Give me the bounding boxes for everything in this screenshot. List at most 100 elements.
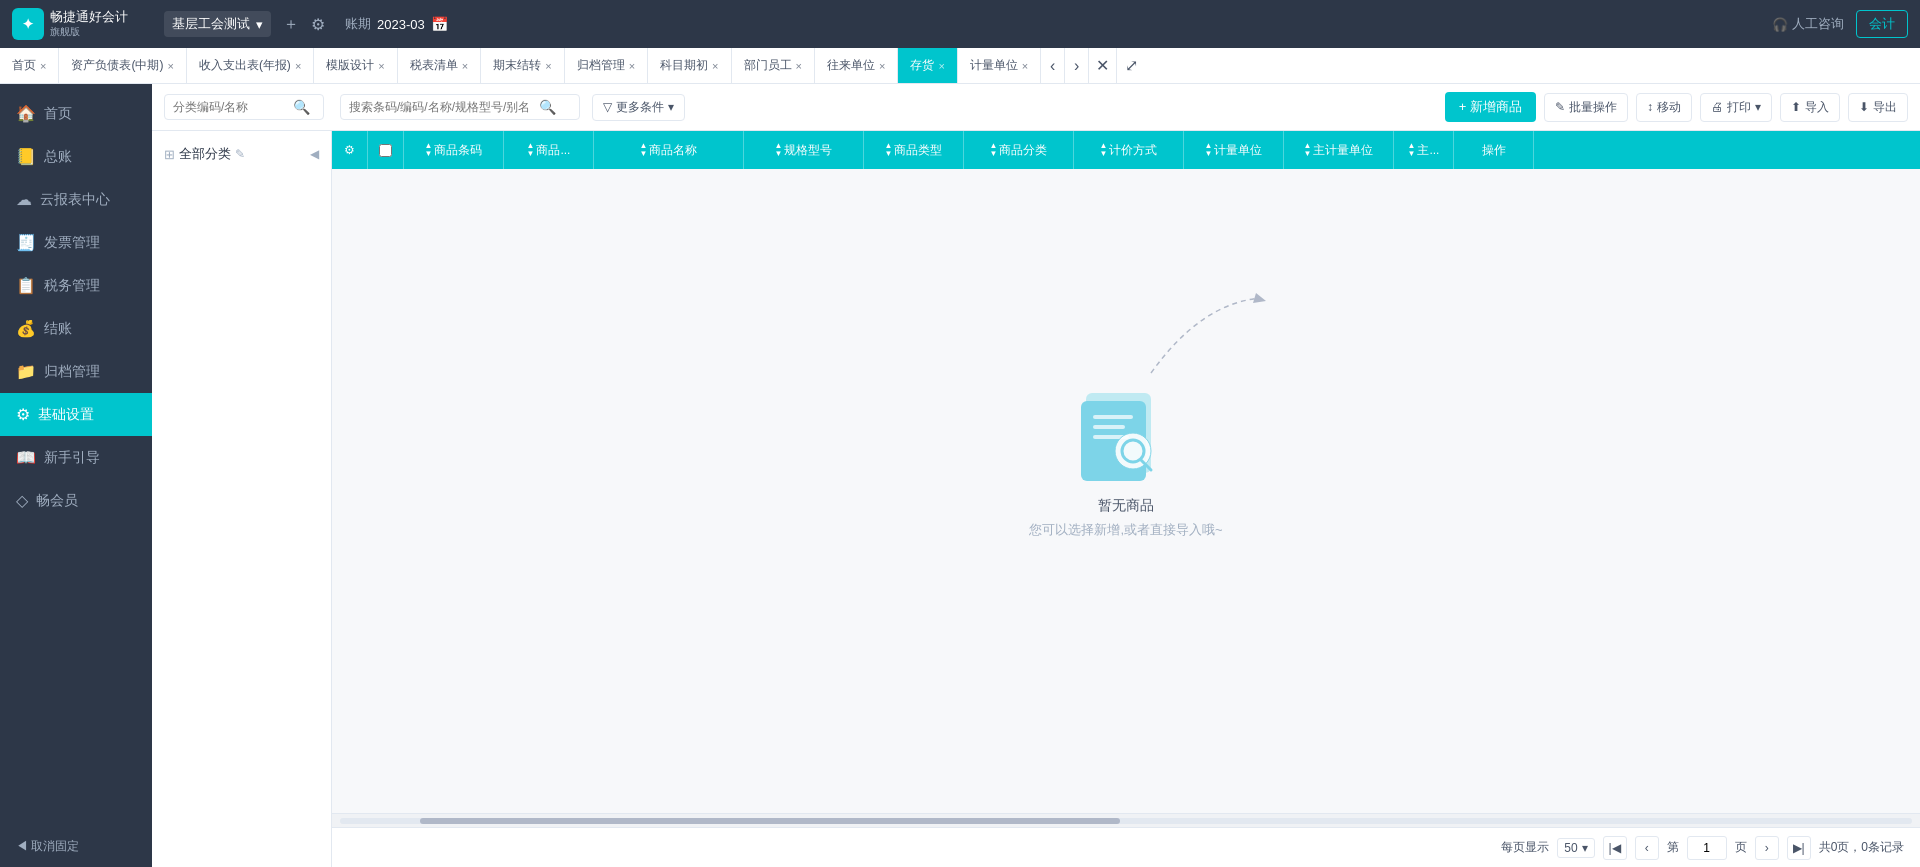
tab-inventory[interactable]: 存货 × xyxy=(898,48,957,84)
batch-btn[interactable]: ✎ 批量操作 xyxy=(1544,93,1628,122)
prev-page-btn[interactable]: ‹ xyxy=(1635,836,1659,860)
tab-nav-left[interactable]: ‹ xyxy=(1041,48,1065,84)
th-unit[interactable]: ▲▼ 计量单位 xyxy=(1184,131,1284,169)
page-label: 第 xyxy=(1667,839,1679,856)
table-header: ⚙ ▲▼ 商品条码 ▲▼ 商品... ▲▼ 商品名称 xyxy=(332,131,1920,169)
sidebar-item-cloud-reports[interactable]: ☁ 云报表中心 xyxy=(0,178,152,221)
tab-balance-sheet[interactable]: 资产负债表(中期) × xyxy=(59,48,186,84)
th-action: 操作 xyxy=(1454,131,1534,169)
ledger-icon: 📒 xyxy=(16,147,36,166)
sidebar-item-guide[interactable]: 📖 新手引导 xyxy=(0,436,152,479)
tab-nav-right[interactable]: › xyxy=(1065,48,1089,84)
th-checkbox[interactable] xyxy=(368,131,404,169)
tab-archive[interactable]: 归档管理 × xyxy=(565,48,648,84)
move-btn[interactable]: ↕ 移动 xyxy=(1636,93,1692,122)
settings-col-icon: ⚙ xyxy=(344,143,355,157)
close-icon[interactable]: × xyxy=(167,60,173,72)
th-product-name[interactable]: ▲▼ 商品名称 xyxy=(594,131,744,169)
cancel-fixed-btn[interactable]: ◀ 取消固定 xyxy=(0,826,152,867)
sort-icon: ▲▼ xyxy=(885,142,893,158)
empty-product-icon xyxy=(1071,383,1181,493)
category-header[interactable]: ⊞ 全部分类 ✎ ◀ xyxy=(152,139,331,169)
collapse-icon[interactable]: ◀ xyxy=(310,147,319,161)
footer-pagination: 每页显示 50 ▾ |◀ ‹ 第 页 › ▶| 共0页，0条记录 xyxy=(332,827,1920,867)
tab-subject-init[interactable]: 科目期初 × xyxy=(648,48,731,84)
settings-icon[interactable]: ⚙ xyxy=(311,15,325,34)
th-category[interactable]: ▲▼ 商品分类 xyxy=(964,131,1074,169)
company-selector[interactable]: 基层工会测试 ▾ xyxy=(164,11,271,37)
left-panel: ⊞ 全部分类 ✎ ◀ xyxy=(152,131,332,867)
sidebar-item-close[interactable]: 💰 结账 xyxy=(0,307,152,350)
sidebar-item-ledger[interactable]: 📒 总账 xyxy=(0,135,152,178)
sidebar: 🏠 首页 📒 总账 ☁ 云报表中心 🧾 发票管理 📋 税务管理 💰 结账 📁 归… xyxy=(0,84,152,867)
th-extra[interactable]: ▲▼ 主... xyxy=(1394,131,1454,169)
th-settings[interactable]: ⚙ xyxy=(332,131,368,169)
print-btn[interactable]: 🖨 打印 ▾ xyxy=(1700,93,1772,122)
category-search-icon[interactable]: 🔍 xyxy=(293,99,310,115)
product-search-input[interactable] xyxy=(349,100,539,114)
guide-icon: 📖 xyxy=(16,448,36,467)
th-spec[interactable]: ▲▼ 规格型号 xyxy=(744,131,864,169)
select-all-checkbox[interactable] xyxy=(379,144,392,157)
tab-template[interactable]: 模版设计 × xyxy=(314,48,397,84)
cancel-fixed-label: ◀ 取消固定 xyxy=(16,838,79,855)
close-icon[interactable]: × xyxy=(462,60,468,72)
th-main-unit[interactable]: ▲▼ 主计量单位 xyxy=(1284,131,1394,169)
tab-taxlist[interactable]: 税表清单 × xyxy=(398,48,481,84)
period-value: 2023-03 xyxy=(377,17,425,32)
th-product-code[interactable]: ▲▼ 商品... xyxy=(504,131,594,169)
scrollbar-thumb[interactable] xyxy=(420,818,1120,824)
next-page-btn[interactable]: › xyxy=(1755,836,1779,860)
th-type[interactable]: ▲▼ 商品类型 xyxy=(864,131,964,169)
th-pricing[interactable]: ▲▼ 计价方式 xyxy=(1074,131,1184,169)
close-icon[interactable]: × xyxy=(879,60,885,72)
import-icon: ⬆ xyxy=(1791,100,1801,114)
sidebar-item-home[interactable]: 🏠 首页 xyxy=(0,92,152,135)
empty-state: 暂无商品 您可以选择新增,或者直接导入哦~ xyxy=(332,169,1920,813)
tab-expand[interactable]: ⤢ xyxy=(1117,48,1145,84)
import-btn[interactable]: ⬆ 导入 xyxy=(1780,93,1840,122)
logo-icon: ✦ xyxy=(12,8,44,40)
close-icon[interactable]: × xyxy=(40,60,46,72)
close-icon[interactable]: × xyxy=(378,60,384,72)
tab-close-all[interactable]: ✕ xyxy=(1089,48,1117,84)
tab-period-close[interactable]: 期末结转 × xyxy=(481,48,564,84)
close-icon[interactable]: × xyxy=(796,60,802,72)
close-icon[interactable]: × xyxy=(712,60,718,72)
add-tab-icon[interactable]: ＋ xyxy=(283,14,299,35)
edit-icon[interactable]: ✎ xyxy=(235,147,245,161)
product-search-icon[interactable]: 🔍 xyxy=(539,99,556,115)
tab-dept-employee[interactable]: 部门员工 × xyxy=(732,48,815,84)
horizontal-scrollbar[interactable] xyxy=(332,813,1920,827)
page-input[interactable] xyxy=(1687,836,1727,860)
calendar-icon[interactable]: 📅 xyxy=(431,16,448,32)
sidebar-item-member[interactable]: ◇ 畅会员 xyxy=(0,479,152,522)
last-page-btn[interactable]: ▶| xyxy=(1787,836,1811,860)
sidebar-item-tax[interactable]: 📋 税务管理 xyxy=(0,264,152,307)
close-icon[interactable]: × xyxy=(545,60,551,72)
ai-consult-btn[interactable]: 🎧 人工咨询 xyxy=(1772,15,1844,33)
tab-contacts[interactable]: 往来单位 × xyxy=(815,48,898,84)
sidebar-item-basic-settings[interactable]: ⚙ 基础设置 xyxy=(0,393,152,436)
th-barcode[interactable]: ▲▼ 商品条码 xyxy=(404,131,504,169)
per-page-select[interactable]: 50 ▾ xyxy=(1557,838,1594,858)
kuaiji-button[interactable]: 会计 xyxy=(1856,10,1908,38)
close-icon[interactable]: × xyxy=(629,60,635,72)
tab-bar: 首页 × 资产负债表(中期) × 收入支出表(年报) × 模版设计 × 税表清单… xyxy=(0,48,1920,84)
sort-icon: ▲▼ xyxy=(1100,142,1108,158)
first-page-btn[interactable]: |◀ xyxy=(1603,836,1627,860)
sidebar-item-archive[interactable]: 📁 归档管理 xyxy=(0,350,152,393)
tab-income[interactable]: 收入支出表(年报) × xyxy=(187,48,314,84)
close-icon[interactable]: × xyxy=(938,60,944,72)
tab-homepage[interactable]: 首页 × xyxy=(0,48,59,84)
add-product-btn[interactable]: + 新增商品 xyxy=(1445,92,1536,122)
category-search-input[interactable] xyxy=(173,100,293,114)
total-records: 共0页，0条记录 xyxy=(1819,839,1904,856)
close-icon[interactable]: × xyxy=(295,60,301,72)
tab-unit[interactable]: 计量单位 × xyxy=(958,48,1041,84)
main-layout: 🏠 首页 📒 总账 ☁ 云报表中心 🧾 发票管理 📋 税务管理 💰 结账 📁 归… xyxy=(0,84,1920,867)
more-filter-btn[interactable]: ▽ 更多条件 ▾ xyxy=(592,94,685,121)
export-btn[interactable]: ⬇ 导出 xyxy=(1848,93,1908,122)
close-icon[interactable]: × xyxy=(1022,60,1028,72)
sidebar-item-invoice[interactable]: 🧾 发票管理 xyxy=(0,221,152,264)
